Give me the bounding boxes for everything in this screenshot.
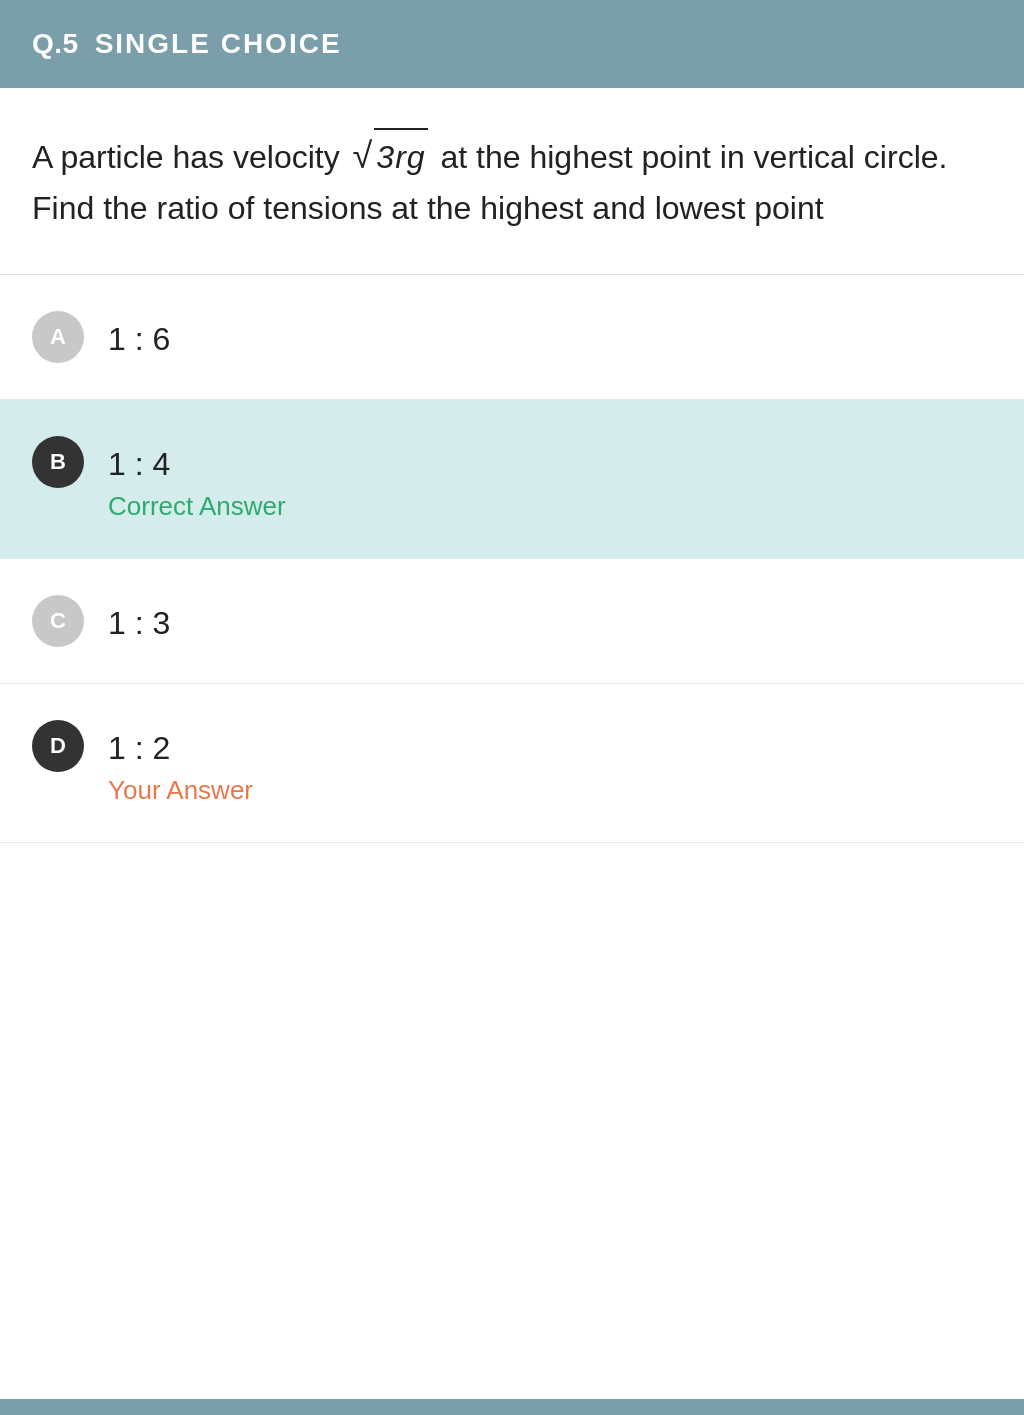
options-container: A 1 : 6 B 1 : 4 Correct Answer C 1 : 3 bbox=[0, 275, 1024, 843]
option-d[interactable]: D 1 : 2 Your Answer bbox=[0, 684, 1024, 843]
sqrt-symbol: √ bbox=[353, 138, 373, 174]
bottom-bar bbox=[0, 1399, 1024, 1415]
question-number: Q.5 bbox=[32, 28, 79, 60]
question-body: A particle has velocity √3rg at the high… bbox=[0, 88, 1024, 275]
option-a-badge: A bbox=[32, 311, 84, 363]
question-type: SINGLE CHOICE bbox=[95, 28, 342, 60]
option-d-content: 1 : 2 Your Answer bbox=[108, 720, 253, 806]
math-expression: √3rg bbox=[353, 128, 428, 183]
sqrt-content: 3rg bbox=[374, 128, 427, 183]
option-d-badge: D bbox=[32, 720, 84, 772]
option-d-value: 1 : 2 bbox=[108, 730, 253, 767]
option-c-badge: C bbox=[32, 595, 84, 647]
question-text-before: A particle has velocity bbox=[32, 139, 340, 175]
correct-answer-label: Correct Answer bbox=[108, 491, 286, 522]
option-b-badge: B bbox=[32, 436, 84, 488]
option-b-content: 1 : 4 Correct Answer bbox=[108, 436, 286, 522]
option-b-value: 1 : 4 bbox=[108, 446, 286, 483]
question-header: Q.5 SINGLE CHOICE bbox=[0, 0, 1024, 88]
option-c-content: 1 : 3 bbox=[108, 595, 170, 642]
option-c[interactable]: C 1 : 3 bbox=[0, 559, 1024, 684]
page-container: Q.5 SINGLE CHOICE A particle has velocit… bbox=[0, 0, 1024, 1415]
question-text: A particle has velocity √3rg at the high… bbox=[32, 128, 992, 234]
option-b[interactable]: B 1 : 4 Correct Answer bbox=[0, 400, 1024, 559]
option-c-value: 1 : 3 bbox=[108, 605, 170, 642]
option-a-content: 1 : 6 bbox=[108, 311, 170, 358]
option-a-value: 1 : 6 bbox=[108, 321, 170, 358]
your-answer-label: Your Answer bbox=[108, 775, 253, 806]
option-a[interactable]: A 1 : 6 bbox=[0, 275, 1024, 400]
